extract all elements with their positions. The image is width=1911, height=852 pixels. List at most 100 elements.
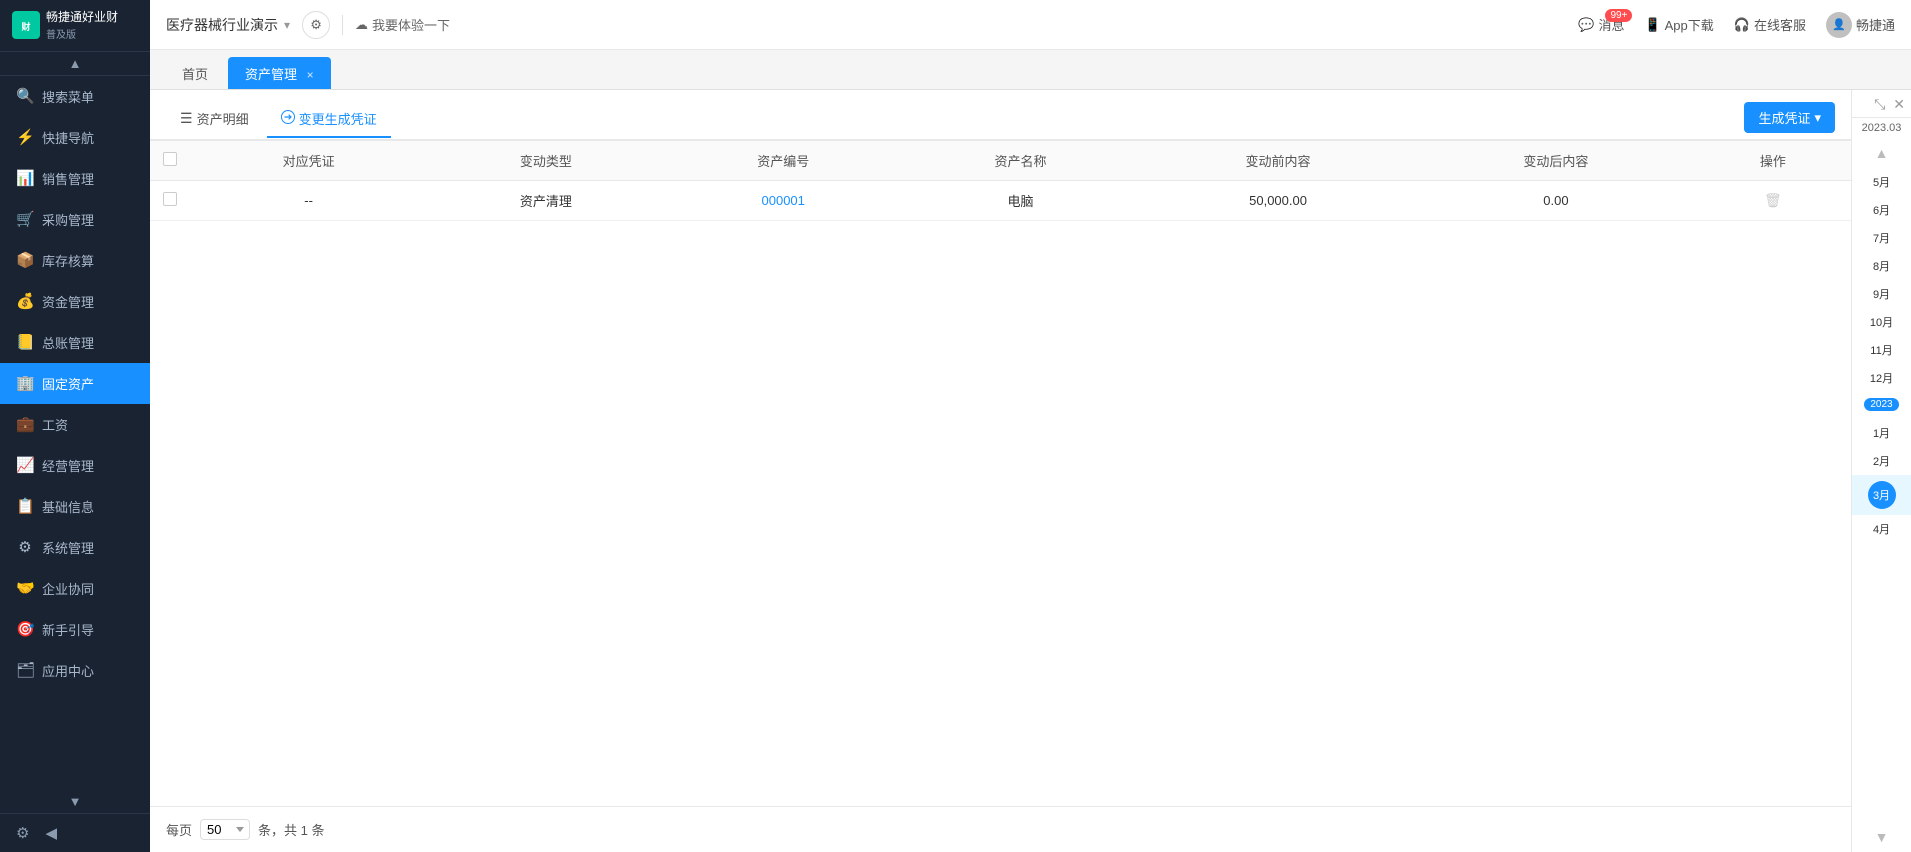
inventory-icon: 📦: [16, 251, 34, 269]
column-change-type: 变动类型: [427, 141, 664, 181]
row-checkbox-cell: [150, 181, 190, 221]
sidebar-item-funds[interactable]: 💰 资金管理: [0, 281, 150, 322]
tab-close-icon[interactable]: ×: [307, 68, 314, 82]
close-panel-icon[interactable]: ✕: [1893, 96, 1905, 113]
purchase-icon: 🛒: [16, 210, 34, 228]
row-checkbox[interactable]: [163, 192, 177, 206]
timeline-month-6[interactable]: 6月: [1852, 196, 1911, 224]
ledger-icon: 📒: [16, 333, 34, 351]
company-name: 医疗器械行业演示: [166, 15, 278, 35]
customer-service-button[interactable]: 🎧 在线客服: [1734, 15, 1806, 34]
select-all-checkbox[interactable]: [163, 152, 177, 166]
user-icon: 👤: [1832, 18, 1846, 31]
column-after-change: 变动后内容: [1417, 141, 1695, 181]
per-page-select[interactable]: 50 10 20 100: [200, 819, 250, 840]
sidebar-item-operations[interactable]: 📈 经营管理: [0, 445, 150, 486]
sidebar-item-sales[interactable]: 📊 销售管理: [0, 158, 150, 199]
tab-home[interactable]: 首页: [166, 58, 224, 89]
sales-icon: 📊: [16, 169, 34, 187]
timeline-month-5[interactable]: 5月: [1852, 168, 1911, 196]
nav-down-icon[interactable]: ▼: [1872, 826, 1892, 848]
panel-nav-up: ▲: [1852, 138, 1911, 168]
user-menu[interactable]: 👤 畅捷通: [1826, 12, 1895, 38]
salary-icon: 💼: [16, 415, 34, 433]
logo-subtitle: 普及版: [46, 26, 118, 41]
sidebar-item-salary[interactable]: 💼 工资: [0, 404, 150, 445]
timeline-year-badge: 2023: [1852, 392, 1911, 419]
logo-title: 畅捷通好业财: [46, 10, 118, 26]
sidebar-item-fixed-assets[interactable]: 🏢 固定资产: [0, 363, 150, 404]
panel-nav-down: ▼: [1852, 822, 1911, 852]
experience-button[interactable]: ☁ 我要体验一下: [355, 15, 450, 34]
sidebar-item-enterprise[interactable]: 🤝 企业协同: [0, 568, 150, 609]
app-download-button[interactable]: 📱 App下载: [1644, 15, 1713, 34]
topbar-divider: [342, 15, 343, 35]
sidebar-item-ledger[interactable]: 📒 总账管理: [0, 322, 150, 363]
message-icon: 💬: [1578, 17, 1594, 33]
timeline-month-3-current[interactable]: 3月: [1852, 475, 1911, 515]
tab-asset-management[interactable]: 资产管理 ×: [228, 57, 331, 89]
logo-icon: 财: [12, 11, 40, 39]
guide-icon: 🎯: [16, 620, 34, 638]
expand-panel-icon[interactable]: ⤡: [1874, 96, 1885, 113]
main-panel: ☰ 资产明细 变更生成凭证 生成凭证 ▾: [150, 90, 1851, 852]
sub-tab-asset-detail[interactable]: ☰ 资产明细: [166, 103, 263, 138]
generate-voucher-button[interactable]: 生成凭证 ▾: [1744, 102, 1835, 133]
sidebar-item-inventory[interactable]: 📦 库存核算: [0, 240, 150, 281]
messages-button[interactable]: 💬 消息 99+: [1578, 15, 1624, 34]
column-checkbox: [150, 141, 190, 181]
timeline-month-4[interactable]: 4月: [1852, 515, 1911, 543]
company-selector[interactable]: 医疗器械行业演示 ▾: [166, 15, 290, 35]
funds-icon: 💰: [16, 292, 34, 310]
timeline-month-9[interactable]: 9月: [1852, 280, 1911, 308]
change-icon: [281, 110, 295, 127]
column-action: 操作: [1695, 141, 1851, 181]
topbar-settings-button[interactable]: ⚙: [302, 11, 330, 39]
sidebar-item-apps[interactable]: 🗂 应用中心: [0, 650, 150, 691]
delete-icon[interactable]: 🗑: [1764, 192, 1782, 208]
table-row: -- 资产清理 000001 电脑 50,000.00 0.00 🗑: [150, 181, 1851, 221]
page-tabs: 首页 资产管理 ×: [150, 50, 1911, 90]
total-label: 条，共 1 条: [258, 820, 324, 839]
timeline-month-11[interactable]: 11月: [1852, 336, 1911, 364]
nav-up-icon[interactable]: ▲: [1872, 142, 1892, 164]
right-panel: ⤡ ✕ 2023.03 ▲ 5月 6月 7月 8月: [1851, 90, 1911, 852]
sidebar-bottom: ⚙ ◀: [0, 813, 150, 852]
basic-icon: 📋: [16, 497, 34, 515]
quicknav-icon: ⚡: [16, 128, 34, 146]
cell-asset-code[interactable]: 000001: [665, 181, 902, 221]
apps-icon: 🗂: [16, 661, 34, 679]
sidebar-item-system[interactable]: ⚙ 系统管理: [0, 527, 150, 568]
column-asset-name: 资产名称: [902, 141, 1139, 181]
sidebar-nav: 🔍 搜索菜单 ⚡ 快捷导航 📊 销售管理 🛒 采购管理 📦 库存核算 💰 资金管…: [0, 75, 150, 790]
cell-asset-name: 电脑: [902, 181, 1139, 221]
company-dropdown-icon: ▾: [284, 18, 290, 32]
column-voucher: 对应凭证: [190, 141, 427, 181]
timeline-month-10[interactable]: 10月: [1852, 308, 1911, 336]
panel-date-title: 2023.03: [1856, 118, 1908, 138]
fixed-assets-icon: 🏢: [16, 374, 34, 392]
sidebar-scroll-up[interactable]: ▲: [0, 52, 150, 75]
main-content: 医疗器械行业演示 ▾ ⚙ ☁ 我要体验一下 💬 消息 99+ 📱 App下载 🎧…: [150, 0, 1911, 852]
chevron-up-icon: ▲: [69, 56, 82, 71]
list-icon: ☰: [180, 110, 193, 127]
per-page-label: 每页: [166, 820, 192, 839]
settings-icon[interactable]: ⚙: [16, 824, 29, 842]
sidebar-logo: 财 畅捷通好业财 普及版: [0, 0, 150, 52]
sub-tab-change-voucher[interactable]: 变更生成凭证: [267, 103, 391, 138]
sidebar-item-basic[interactable]: 📋 基础信息: [0, 486, 150, 527]
timeline-month-8[interactable]: 8月: [1852, 252, 1911, 280]
sidebar: 财 畅捷通好业财 普及版 ▲ 🔍 搜索菜单 ⚡ 快捷导航 📊 销售管理 🛒 采购…: [0, 0, 150, 852]
sidebar-scroll-down[interactable]: ▼: [0, 790, 150, 813]
timeline-month-2[interactable]: 2月: [1852, 447, 1911, 475]
sidebar-item-search[interactable]: 🔍 搜索菜单: [0, 75, 150, 117]
gear-icon: ⚙: [310, 17, 322, 33]
timeline-month-1[interactable]: 1月: [1852, 419, 1911, 447]
sidebar-item-purchase[interactable]: 🛒 采购管理: [0, 199, 150, 240]
sidebar-item-quicknav[interactable]: ⚡ 快捷导航: [0, 117, 150, 158]
collapse-icon[interactable]: ◀: [45, 824, 57, 842]
search-icon: 🔍: [16, 87, 34, 105]
sidebar-item-guide[interactable]: 🎯 新手引导: [0, 609, 150, 650]
timeline-month-12[interactable]: 12月: [1852, 364, 1911, 392]
timeline-month-7[interactable]: 7月: [1852, 224, 1911, 252]
